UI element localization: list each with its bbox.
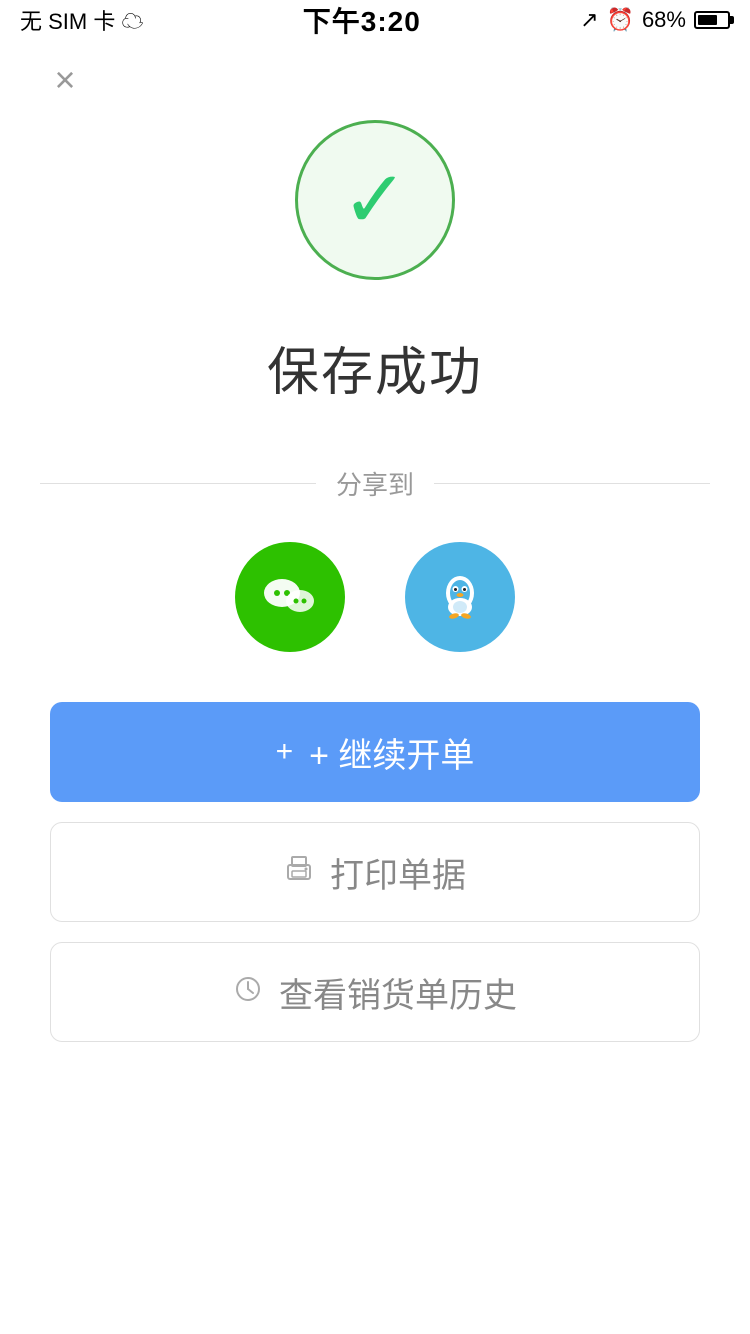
history-button-label: 查看销货单历史 <box>279 968 517 1017</box>
status-left: 无 SIM 卡 ☁ <box>20 4 143 36</box>
qq-share-button[interactable] <box>405 542 515 652</box>
location-icon: ↗ <box>580 7 598 33</box>
plus-icon: + <box>276 737 294 767</box>
close-button[interactable]: × <box>40 55 90 105</box>
printer-icon <box>284 854 314 890</box>
print-button[interactable]: 打印单据 <box>50 822 700 922</box>
battery-percent: 68% <box>642 7 686 33</box>
battery-icon <box>694 11 730 29</box>
continue-button-label: + 继续开单 <box>309 728 474 777</box>
success-title: 保存成功 <box>267 330 483 405</box>
share-section: 分享到 <box>0 465 750 652</box>
print-button-label: 打印单据 <box>330 848 466 897</box>
wechat-share-button[interactable] <box>235 542 345 652</box>
status-bar: 无 SIM 卡 ☁ 下午3:20 ↗ ⏰ 68% <box>0 0 750 40</box>
history-button[interactable]: 查看销货单历史 <box>50 942 700 1042</box>
continue-button[interactable]: + + 继续开单 <box>50 702 700 802</box>
qq-icon <box>430 567 490 627</box>
checkmark-icon: ✓ <box>341 160 408 240</box>
main-content: ✓ 保存成功 分享到 <box>0 40 750 1042</box>
divider-left <box>40 483 316 484</box>
share-divider: 分享到 <box>40 465 710 502</box>
alarm-icon: ⏰ <box>607 7 634 33</box>
close-icon: × <box>54 62 75 98</box>
share-icons-container <box>40 542 710 652</box>
actions-section: + + 继续开单 打印单据 <box>0 702 750 1042</box>
no-sim-label: 无 SIM 卡 ☁ <box>20 4 143 36</box>
status-right: ↗ ⏰ 68% <box>580 7 730 33</box>
share-label: 分享到 <box>316 465 434 502</box>
success-circle: ✓ <box>295 120 455 280</box>
clock-icon <box>233 974 263 1010</box>
status-time: 下午3:20 <box>303 0 421 40</box>
wechat-icon <box>258 565 323 630</box>
divider-right <box>434 483 710 484</box>
